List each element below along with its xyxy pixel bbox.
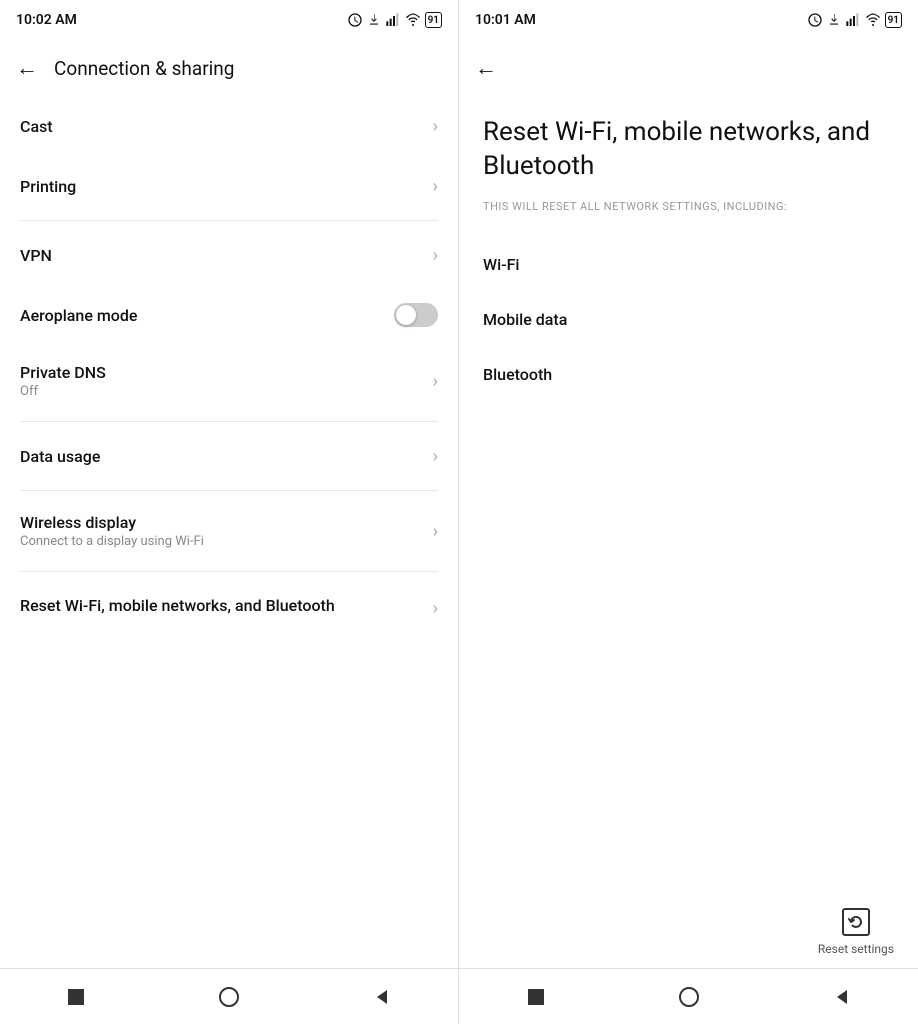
- vpn-chevron: ›: [433, 245, 438, 266]
- wireless-display-chevron: ›: [433, 521, 438, 542]
- divider-2: [20, 421, 438, 422]
- private-dns-sublabel: Off: [20, 384, 106, 399]
- right-signal-icon: [845, 12, 861, 28]
- setting-printing[interactable]: Printing ›: [0, 156, 458, 216]
- left-nav-home[interactable]: [205, 973, 253, 1021]
- left-nav-square[interactable]: [52, 973, 100, 1021]
- left-status-bar: 10:02 AM 91: [0, 0, 458, 40]
- reset-item-wifi: Wi-Fi: [483, 237, 894, 292]
- download-icon: [367, 13, 381, 27]
- right-nav-back[interactable]: [818, 973, 866, 1021]
- divider-1: [20, 220, 438, 221]
- toggle-thumb: [396, 305, 416, 325]
- aeroplane-label: Aeroplane mode: [20, 306, 137, 325]
- setting-data-usage[interactable]: Data usage ›: [0, 426, 458, 486]
- printing-chevron: ›: [433, 176, 438, 197]
- right-panel: 10:01 AM 91 ← Reset Wi-Fi, mobile networ…: [459, 0, 918, 1024]
- left-bottom-nav: [0, 968, 458, 1024]
- reset-item-mobile-data: Mobile data: [483, 292, 894, 347]
- reset-wifi-label: Reset Wi-Fi, mobile networks, and Blueto…: [20, 596, 423, 615]
- left-status-icons: 91: [347, 12, 442, 28]
- setting-cast[interactable]: Cast ›: [0, 96, 458, 156]
- left-back-button[interactable]: ←: [16, 55, 38, 81]
- reset-settings-button[interactable]: Reset settings: [818, 906, 894, 956]
- reset-icon: [840, 906, 872, 938]
- printing-label: Printing: [20, 177, 76, 196]
- cast-chevron: ›: [433, 116, 438, 137]
- vpn-label: VPN: [20, 246, 52, 265]
- wifi-icon: [405, 12, 421, 28]
- right-status-icons: 91: [807, 12, 902, 28]
- left-nav-back[interactable]: [358, 973, 406, 1021]
- reset-page-title: Reset Wi-Fi, mobile networks, and Blueto…: [483, 116, 894, 184]
- data-usage-label: Data usage: [20, 447, 100, 466]
- settings-list: Cast › Printing › VPN › Aeroplane mode: [0, 96, 458, 968]
- right-nav-home[interactable]: [665, 973, 713, 1021]
- alarm-icon: [347, 12, 363, 28]
- wireless-display-sublabel: Connect to a display using Wi-Fi: [20, 534, 204, 549]
- setting-reset-wifi[interactable]: Reset Wi-Fi, mobile networks, and Blueto…: [0, 576, 458, 637]
- reset-item-bluetooth: Bluetooth: [483, 347, 894, 402]
- reset-subtitle: THIS WILL RESET ALL NETWORK SETTINGS, IN…: [483, 200, 894, 213]
- divider-3: [20, 490, 438, 491]
- divider-4: [20, 571, 438, 572]
- right-alarm-icon: [807, 12, 823, 28]
- right-back-button[interactable]: ←: [475, 55, 497, 81]
- right-download-icon: [827, 13, 841, 27]
- right-status-bar: 10:01 AM 91: [459, 0, 918, 40]
- cast-label: Cast: [20, 117, 53, 136]
- left-status-time: 10:02 AM: [16, 12, 77, 28]
- left-toolbar: ← Connection & sharing: [0, 40, 458, 96]
- setting-private-dns[interactable]: Private DNS Off ›: [0, 345, 458, 417]
- right-bottom-nav: [459, 968, 918, 1024]
- left-panel: 10:02 AM 91 ← Connection & sharing Cast: [0, 0, 459, 1024]
- setting-vpn[interactable]: VPN ›: [0, 225, 458, 285]
- setting-wireless-display[interactable]: Wireless display Connect to a display us…: [0, 495, 458, 567]
- battery-indicator: 91: [425, 12, 442, 28]
- wireless-display-label: Wireless display: [20, 513, 204, 532]
- private-dns-label: Private DNS: [20, 363, 106, 382]
- reset-bottom-area: Reset settings: [459, 894, 918, 968]
- right-nav-square[interactable]: [512, 973, 560, 1021]
- reset-wifi-chevron: ›: [433, 598, 438, 619]
- reset-content: Reset Wi-Fi, mobile networks, and Blueto…: [459, 96, 918, 894]
- right-toolbar: ←: [459, 40, 918, 96]
- setting-aeroplane[interactable]: Aeroplane mode: [0, 285, 458, 345]
- aeroplane-toggle[interactable]: [394, 303, 438, 327]
- right-status-time: 10:01 AM: [475, 12, 536, 28]
- left-page-title: Connection & sharing: [54, 57, 234, 80]
- reset-settings-label: Reset settings: [818, 942, 894, 956]
- right-battery: 91: [885, 12, 902, 28]
- signal-icon: [385, 12, 401, 28]
- private-dns-chevron: ›: [433, 371, 438, 392]
- data-usage-chevron: ›: [433, 446, 438, 467]
- right-wifi-icon: [865, 12, 881, 28]
